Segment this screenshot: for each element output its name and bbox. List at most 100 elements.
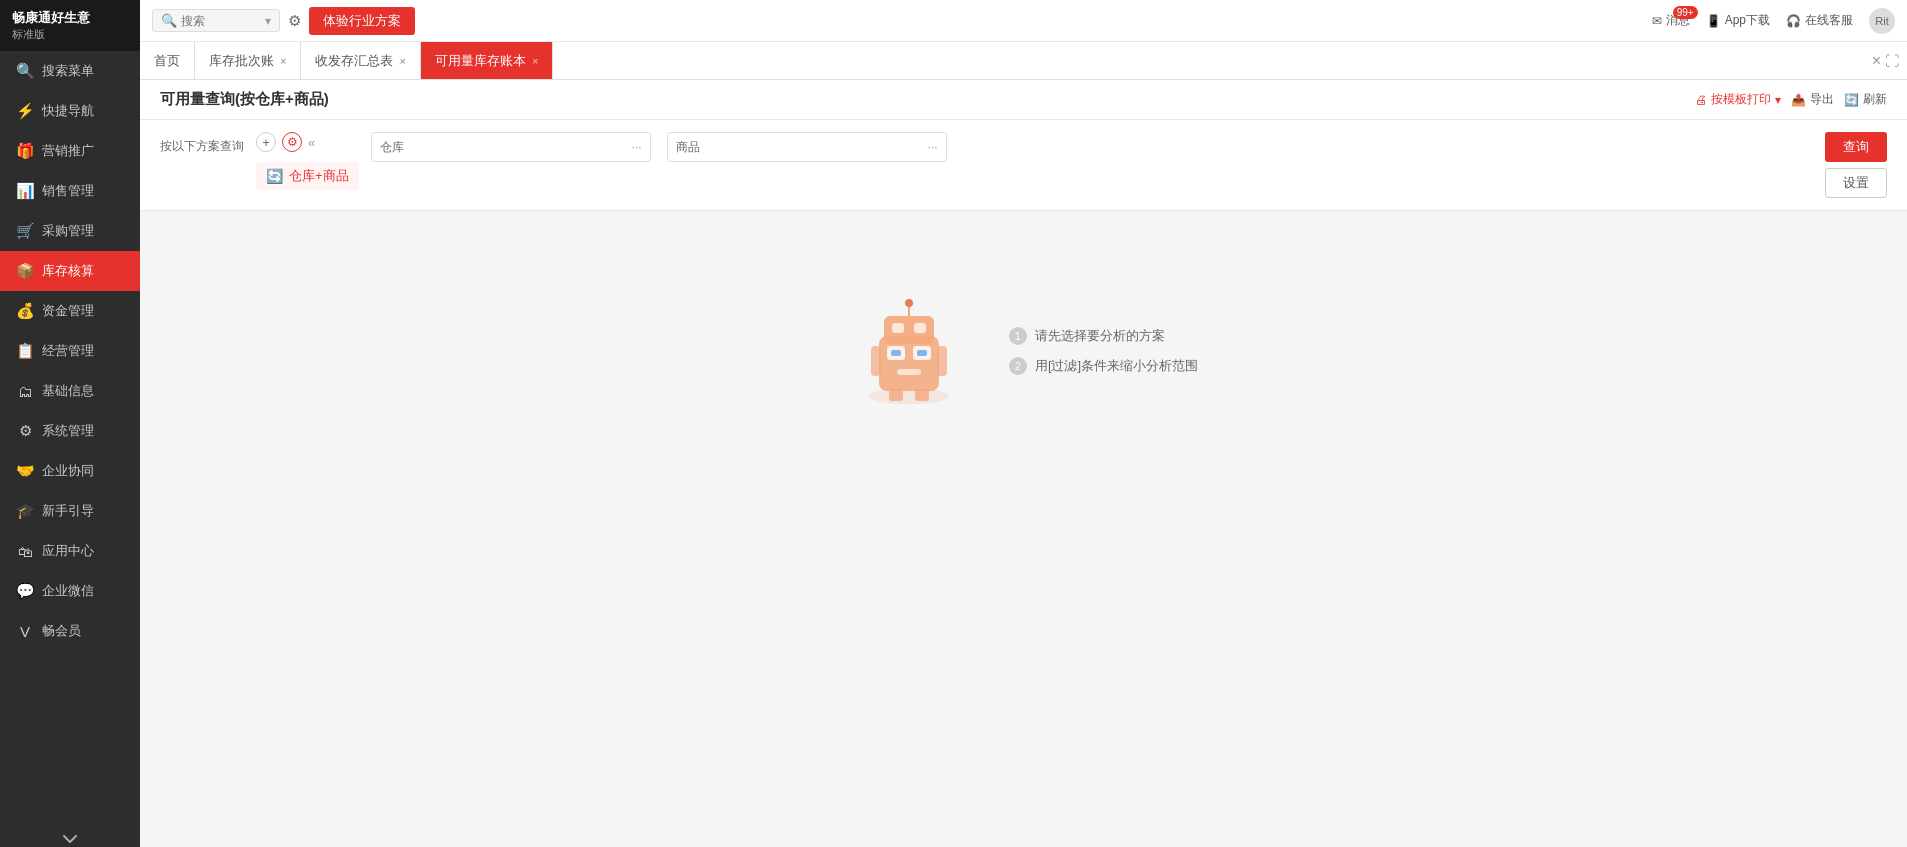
sidebar-item-畅会员[interactable]: V 畅会员	[0, 611, 140, 651]
scheme-item-label: 仓库+商品	[289, 167, 349, 185]
expand-tab-button[interactable]: ⛶	[1885, 53, 1899, 69]
sidebar-item-库存核算[interactable]: 📦 库存核算	[0, 251, 140, 291]
tip-number-2: 2	[1009, 357, 1027, 375]
empty-illustration	[849, 291, 969, 411]
page-title: 可用量查询(按仓库+商品)	[160, 90, 329, 109]
scheme-icon: 🔄	[266, 168, 283, 184]
sidebar-item-label-11: 新手引导	[42, 502, 94, 520]
scheme-actions: + ⚙ «	[256, 132, 359, 152]
sidebar-item-label-14: 畅会员	[42, 622, 81, 640]
empty-tip-2: 2 用[过滤]条件来缩小分析范围	[1009, 357, 1198, 375]
topbar-right: ✉ 消息 99+ 📱 App下载 🎧 在线客服 Rit	[1652, 8, 1895, 34]
filter-area: 按以下方案查询 + ⚙ « 🔄 仓库+商品 仓库 ··	[140, 120, 1907, 211]
close-tab-available-qty[interactable]: ×	[532, 55, 538, 67]
avatar: Rit	[1869, 8, 1895, 34]
svg-rect-7	[871, 346, 881, 376]
main-area: 🔍 ▾ ⚙ 体验行业方案 ✉ 消息 99+ 📱 App下载 🎧 在线客服	[140, 0, 1907, 847]
sidebar-nav: 🔍 搜索菜单 ⚡ 快捷导航 🎁 营销推广 📊 销售管理 🛒 采购管理 📦 库存核…	[0, 51, 140, 831]
warehouse-label: 仓库	[380, 139, 404, 156]
sidebar-icon-13: 💬	[16, 582, 34, 600]
sidebar-item-应用中心[interactable]: 🛍 应用中心	[0, 531, 140, 571]
tab-inventory-batch[interactable]: 库存批次账 ×	[195, 42, 301, 79]
setting-button[interactable]: 设置	[1825, 168, 1887, 198]
app-download-button[interactable]: 📱 App下载	[1706, 12, 1770, 29]
sidebar-icon-12: 🛍	[16, 543, 34, 560]
scheme-settings-button[interactable]: ⚙	[282, 132, 302, 152]
warehouse-input[interactable]	[412, 140, 632, 154]
template-print-button[interactable]: 🖨 按模板打印 ▾	[1695, 91, 1781, 108]
sidebar-item-label-3: 销售管理	[42, 182, 94, 200]
topbar-search-box[interactable]: 🔍 ▾	[152, 9, 280, 32]
search-icon: 🔍	[161, 13, 177, 28]
app-header: 畅康通好生意 标准版	[0, 0, 140, 51]
refresh-button[interactable]: 🔄 刷新	[1844, 91, 1887, 108]
goods-more-button[interactable]: ···	[928, 140, 938, 154]
filter-inputs: 仓库 ··· 商品 ···	[371, 132, 1813, 162]
tab-home[interactable]: 首页	[140, 42, 195, 79]
page-header: 可用量查询(按仓库+商品) 🖨 按模板打印 ▾ 📤 导出 🔄 刷新	[140, 80, 1907, 120]
message-button[interactable]: ✉ 消息 99+	[1652, 12, 1690, 29]
settings-icon[interactable]: ⚙	[288, 12, 301, 30]
goods-filter-field: 商品 ···	[667, 132, 947, 162]
close-tab-inventory-batch[interactable]: ×	[280, 55, 286, 67]
sidebar-item-label-8: 基础信息	[42, 382, 94, 400]
sidebar-scroll-down[interactable]	[0, 831, 140, 847]
message-badge: 99+	[1673, 6, 1698, 19]
online-service-button[interactable]: 🎧 在线客服	[1786, 12, 1853, 29]
user-menu[interactable]: Rit	[1869, 8, 1895, 34]
goods-input[interactable]	[708, 140, 928, 154]
svg-rect-1	[879, 336, 939, 391]
close-tab-receive-summary[interactable]: ×	[399, 55, 405, 67]
chevron-down-icon[interactable]: ▾	[265, 14, 271, 28]
sidebar-item-销售管理[interactable]: 📊 销售管理	[0, 171, 140, 211]
sidebar-item-新手引导[interactable]: 🎓 新手引导	[0, 491, 140, 531]
sidebar-item-label-2: 营销推广	[42, 142, 94, 160]
export-button[interactable]: 📤 导出	[1791, 91, 1834, 108]
sidebar-icon-7: 📋	[16, 342, 34, 360]
sidebar-item-label-1: 快捷导航	[42, 102, 94, 120]
sidebar-icon-3: 📊	[16, 182, 34, 200]
sidebar-icon-10: 🤝	[16, 462, 34, 480]
sidebar-item-label-0: 搜索菜单	[42, 62, 94, 80]
sidebar-item-快捷导航[interactable]: ⚡ 快捷导航	[0, 91, 140, 131]
collapse-scheme-button[interactable]: «	[308, 135, 315, 150]
search-input[interactable]	[181, 14, 261, 28]
empty-state: 1 请先选择要分析的方案 2 用[过滤]条件来缩小分析范围	[140, 211, 1907, 491]
warehouse-more-button[interactable]: ···	[632, 140, 642, 154]
chevron-down-icon-template[interactable]: ▾	[1775, 93, 1781, 107]
sidebar-item-label-7: 经营管理	[42, 342, 94, 360]
svg-rect-15	[915, 389, 929, 401]
filter-scheme-label: 按以下方案查询	[160, 132, 244, 155]
scheme-item-warehouse-goods[interactable]: 🔄 仓库+商品	[256, 162, 359, 190]
tab-available-qty[interactable]: 可用量库存账本 ×	[421, 42, 553, 79]
tabs-bar: 首页 库存批次账 × 收发存汇总表 × 可用量库存账本 × × ⛶	[140, 42, 1907, 80]
sidebar-item-基础信息[interactable]: 🗂 基础信息	[0, 371, 140, 411]
goods-label: 商品	[676, 139, 700, 156]
user-initials: Rit	[1875, 15, 1888, 27]
refresh-label: 刷新	[1863, 91, 1887, 108]
print-icon: 🖨	[1695, 93, 1707, 107]
sidebar-item-营销推广[interactable]: 🎁 营销推广	[0, 131, 140, 171]
svg-rect-6	[897, 369, 921, 375]
sidebar-icon-4: 🛒	[16, 222, 34, 240]
sidebar-item-label-13: 企业微信	[42, 582, 94, 600]
sidebar-item-资金管理[interactable]: 💰 资金管理	[0, 291, 140, 331]
sidebar-item-企业微信[interactable]: 💬 企业微信	[0, 571, 140, 611]
svg-point-13	[905, 299, 913, 307]
sidebar-item-企业协同[interactable]: 🤝 企业协同	[0, 451, 140, 491]
sidebar-item-label-9: 系统管理	[42, 422, 94, 440]
add-scheme-button[interactable]: +	[256, 132, 276, 152]
tab-home-label: 首页	[154, 52, 180, 70]
sidebar-item-经营管理[interactable]: 📋 经营管理	[0, 331, 140, 371]
close-current-tab-button[interactable]: ×	[1872, 52, 1881, 70]
sidebar-item-搜索菜单[interactable]: 🔍 搜索菜单	[0, 51, 140, 91]
query-button[interactable]: 查询	[1825, 132, 1887, 162]
trial-industry-button[interactable]: 体验行业方案	[309, 7, 415, 35]
sidebar-icon-9: ⚙	[16, 422, 34, 440]
empty-tips: 1 请先选择要分析的方案 2 用[过滤]条件来缩小分析范围	[1009, 327, 1198, 375]
app-version: 标准版	[12, 27, 128, 41]
sidebar-item-系统管理[interactable]: ⚙ 系统管理	[0, 411, 140, 451]
tab-receive-summary[interactable]: 收发存汇总表 ×	[301, 42, 420, 79]
headset-icon: 🎧	[1786, 14, 1801, 28]
sidebar-item-采购管理[interactable]: 🛒 采购管理	[0, 211, 140, 251]
